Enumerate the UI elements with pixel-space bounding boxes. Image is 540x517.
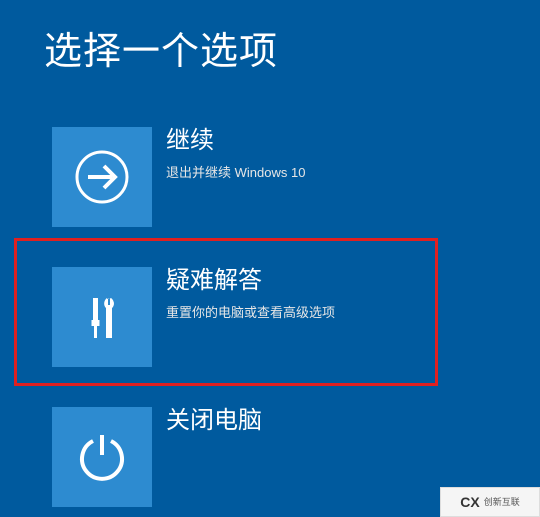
power-icon xyxy=(76,431,128,483)
arrow-right-icon xyxy=(74,149,130,205)
options-list: 继续 退出并继续 Windows 10 疑难解答 重置你的电脑或查看高级选项 xyxy=(0,127,540,507)
continue-text: 继续 退出并继续 Windows 10 xyxy=(152,127,305,181)
troubleshoot-icon-box xyxy=(52,267,152,367)
tools-icon xyxy=(77,292,127,342)
shutdown-icon-box xyxy=(52,407,152,507)
troubleshoot-option[interactable]: 疑难解答 重置你的电脑或查看高级选项 xyxy=(52,267,540,367)
watermark-text: 创新互联 xyxy=(484,498,520,507)
troubleshoot-title: 疑难解答 xyxy=(166,267,335,296)
watermark-logo: CX xyxy=(460,494,479,510)
troubleshoot-subtitle: 重置你的电脑或查看高级选项 xyxy=(166,302,335,321)
troubleshoot-text: 疑难解答 重置你的电脑或查看高级选项 xyxy=(152,267,335,321)
shutdown-title: 关闭电脑 xyxy=(166,407,262,436)
continue-title: 继续 xyxy=(166,127,305,156)
shutdown-text: 关闭电脑 xyxy=(152,407,262,436)
continue-icon-box xyxy=(52,127,152,227)
page-title: 选择一个选项 xyxy=(0,0,540,75)
continue-subtitle: 退出并继续 Windows 10 xyxy=(166,162,305,181)
continue-option[interactable]: 继续 退出并继续 Windows 10 xyxy=(52,127,540,227)
watermark: CX 创新互联 xyxy=(440,487,540,517)
